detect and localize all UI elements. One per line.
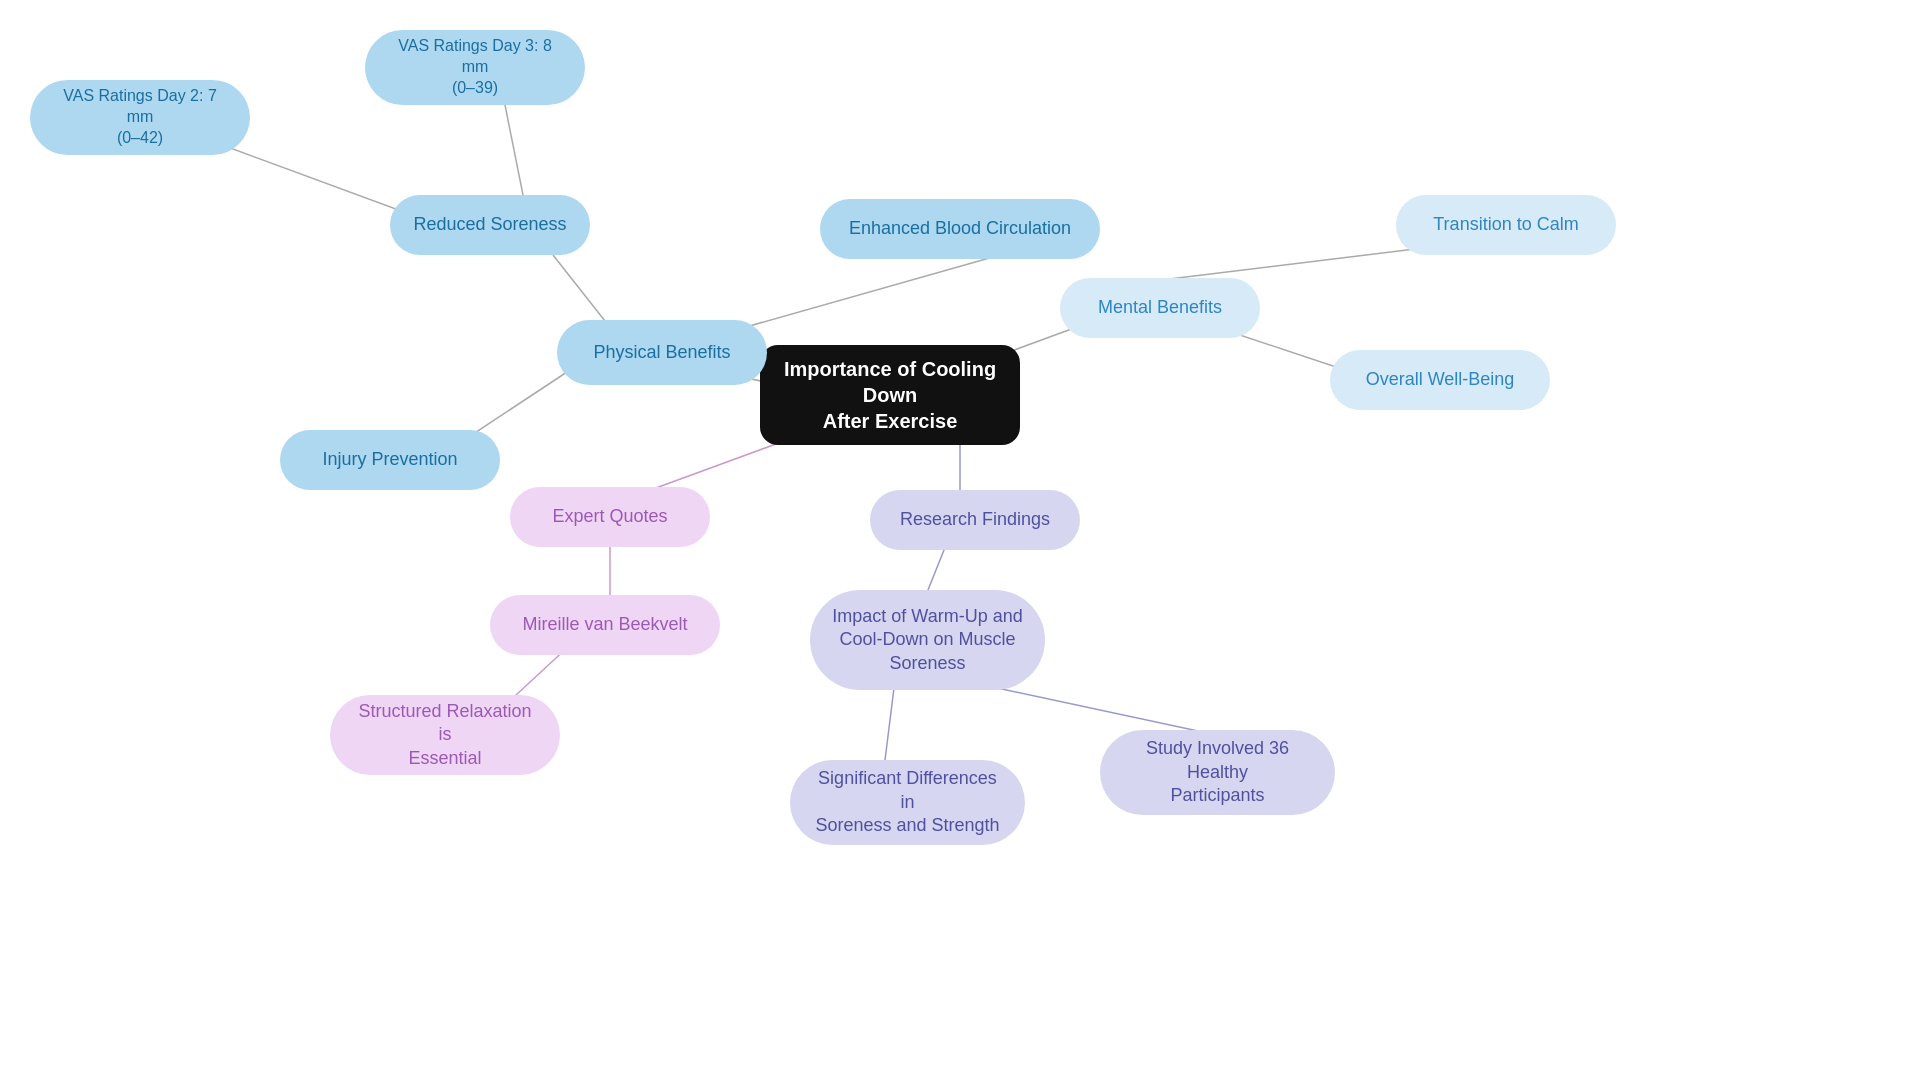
center-node: Importance of Cooling Down After Exercis…	[760, 345, 1020, 445]
research-findings-node: Research Findings	[870, 490, 1080, 550]
transition-calm-node: Transition to Calm	[1396, 195, 1616, 255]
structured-relaxation-node: Structured Relaxation is Essential	[330, 695, 560, 775]
expert-quotes-node: Expert Quotes	[510, 487, 710, 547]
mireille-node: Mireille van Beekvelt	[490, 595, 720, 655]
overall-wellbeing-node: Overall Well-Being	[1330, 350, 1550, 410]
vas-day3-node: VAS Ratings Day 3: 8 mm (0–39)	[365, 30, 585, 105]
study-36-node: Study Involved 36 Healthy Participants	[1100, 730, 1335, 815]
impact-warmup-node: Impact of Warm-Up and Cool-Down on Muscl…	[810, 590, 1045, 690]
enhanced-blood-node: Enhanced Blood Circulation	[820, 199, 1100, 259]
reduced-soreness-node: Reduced Soreness	[390, 195, 590, 255]
svg-line-14	[885, 680, 895, 760]
injury-prevention-node: Injury Prevention	[280, 430, 500, 490]
mental-benefits-node: Mental Benefits	[1060, 278, 1260, 338]
vas-day2-node: VAS Ratings Day 2: 7 mm (0–42)	[30, 80, 250, 155]
physical-benefits-node: Physical Benefits	[557, 320, 767, 385]
significant-diff-node: Significant Differences in Soreness and …	[790, 760, 1025, 845]
